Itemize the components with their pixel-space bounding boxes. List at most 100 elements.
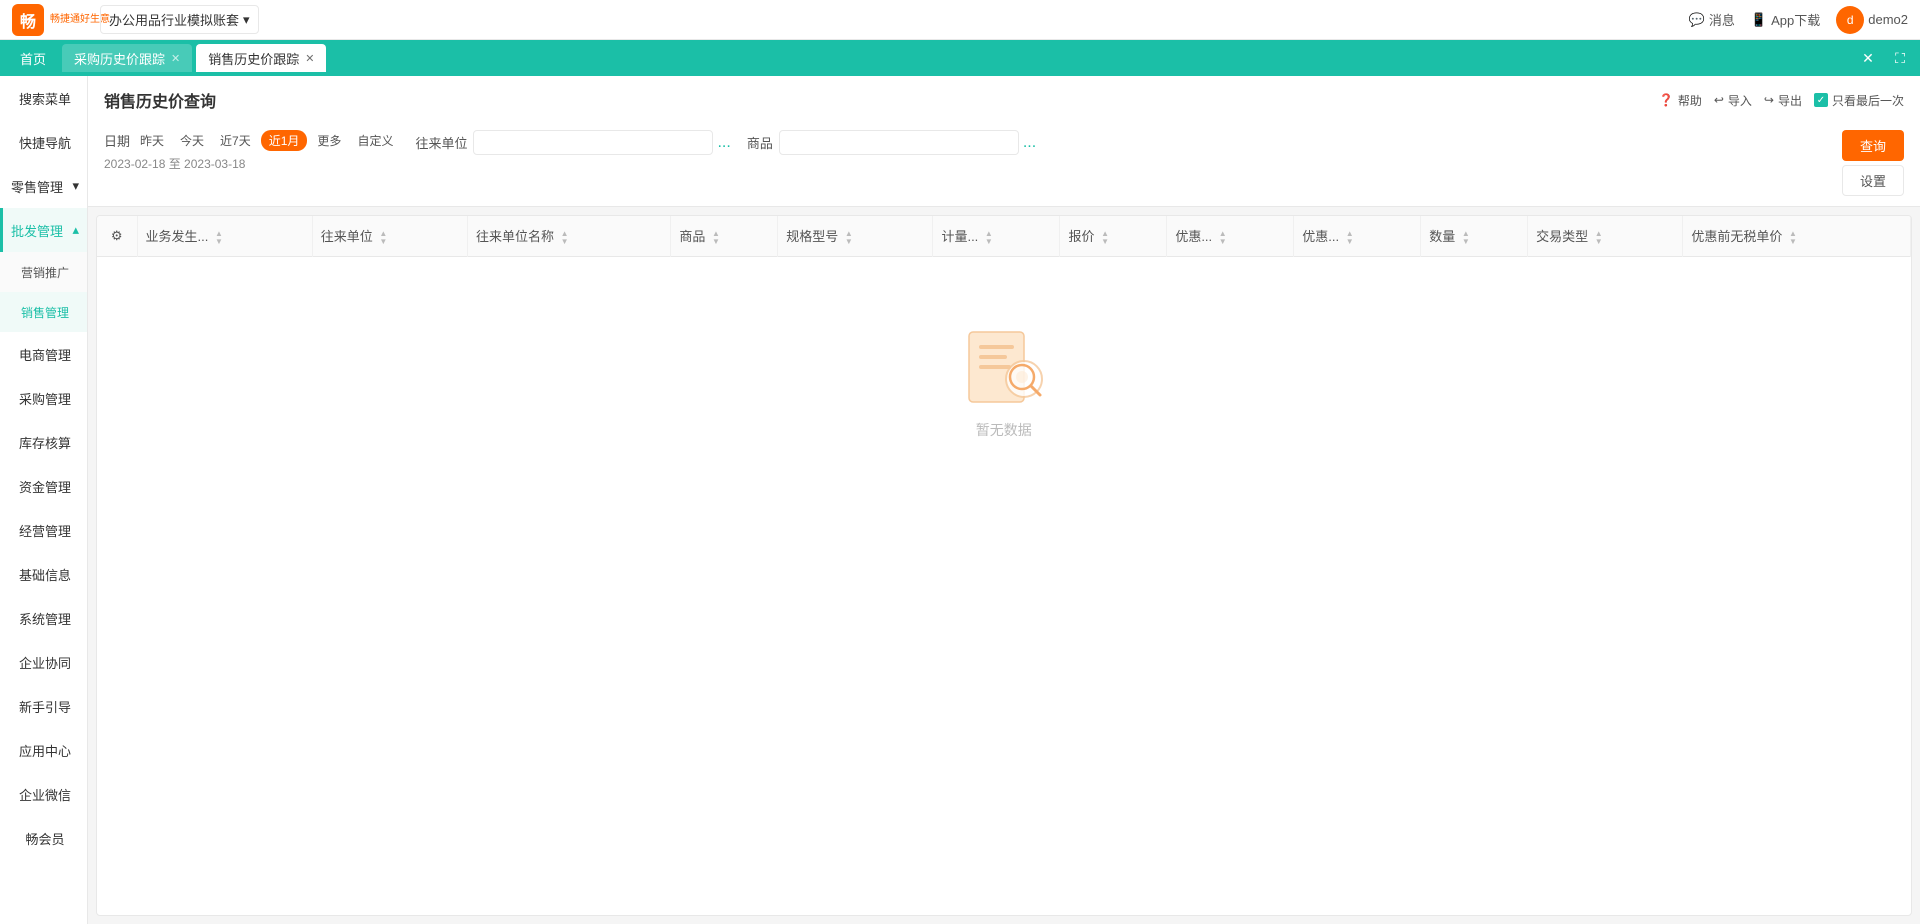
col-discount1[interactable]: 优惠... ▲▼ bbox=[1167, 216, 1294, 256]
tabbar: 首页 采购历史价跟踪 ✕ 销售历史价跟踪 ✕ ✕ ⛶ bbox=[0, 40, 1920, 76]
sidebar-item-search-menu[interactable]: 搜索菜单 bbox=[0, 76, 87, 120]
sidebar-wholesale-label: 批发管理 bbox=[11, 221, 63, 240]
sidebar-member-label: 畅会员 bbox=[25, 829, 64, 848]
sidebar-item-app-center[interactable]: 应用中心 bbox=[0, 728, 87, 772]
sidebar: 搜索菜单 快捷导航 零售管理 ▾ 批发管理 ▴ 营销推广 销售管理 电商管理 采… bbox=[0, 76, 88, 924]
date-buttons: 日期 昨天 今天 近7天 近1月 更多 自定义 bbox=[104, 130, 399, 151]
page-actions: ❓ 帮助 ↩ 导入 ↪ 导出 ✓ 只看最后一次 bbox=[1659, 92, 1904, 109]
col-goods[interactable]: 商品 ▲▼ bbox=[671, 216, 778, 256]
tab-purchase-history-close[interactable]: ✕ bbox=[171, 52, 180, 65]
sidebar-search-menu-label: 搜索菜单 bbox=[19, 89, 71, 108]
tab-purchase-history-label: 采购历史价跟踪 bbox=[74, 49, 165, 68]
export-btn[interactable]: ↪ 导出 bbox=[1764, 92, 1802, 109]
col-partner-name[interactable]: 往来单位名称 ▲▼ bbox=[467, 216, 670, 256]
sidebar-item-basic-info[interactable]: 基础信息 bbox=[0, 552, 87, 596]
page-title-row: 销售历史价查询 ❓ 帮助 ↩ 导入 ↪ 导出 ✓ bbox=[104, 88, 1904, 112]
partner-label: 往来单位 bbox=[415, 133, 467, 152]
date-btn-today[interactable]: 今天 bbox=[174, 130, 210, 151]
help-icon: ❓ bbox=[1659, 93, 1674, 107]
import-icon: ↩ bbox=[1714, 93, 1724, 107]
data-table: ⚙ 业务发生... ▲▼ 往来单位 ▲▼ 往来单位名称 ▲▼ bbox=[97, 216, 1911, 500]
app-selector[interactable]: 办公用品行业模拟账套 ▾ bbox=[100, 5, 259, 34]
tab-home-label: 首页 bbox=[20, 49, 46, 68]
tab-purchase-history[interactable]: 采购历史价跟踪 ✕ bbox=[62, 44, 192, 72]
goods-input-wrap: ... bbox=[779, 130, 1036, 155]
partner-input[interactable] bbox=[473, 130, 713, 155]
sidebar-item-enterprise[interactable]: 企业协同 bbox=[0, 640, 87, 684]
col-partner-code[interactable]: 往来单位 ▲▼ bbox=[312, 216, 467, 256]
avatar: d bbox=[1836, 6, 1864, 34]
col-quantity[interactable]: 数量 ▲▼ bbox=[1421, 216, 1528, 256]
topbar-right: 💬 消息 📱 App下载 d demo2 bbox=[1689, 6, 1908, 34]
empty-text: 暂无数据 bbox=[976, 420, 1032, 440]
sidebar-quick-nav-label: 快捷导航 bbox=[19, 133, 71, 152]
sort-icon-unit: ▲▼ bbox=[985, 230, 993, 246]
table-wrap: ⚙ 业务发生... ▲▼ 往来单位 ▲▼ 往来单位名称 ▲▼ bbox=[96, 215, 1912, 916]
col-spec[interactable]: 规格型号 ▲▼ bbox=[778, 216, 933, 256]
close-tab-action[interactable]: ✕ bbox=[1856, 46, 1880, 70]
sidebar-item-operations[interactable]: 经营管理 bbox=[0, 508, 87, 552]
expand-action[interactable]: ⛶ bbox=[1888, 46, 1912, 70]
tab-sales-history-close[interactable]: ✕ bbox=[305, 52, 314, 65]
partner-input-wrap: ... bbox=[473, 130, 730, 155]
date-btn-yesterday[interactable]: 昨天 bbox=[134, 130, 170, 151]
sidebar-item-system[interactable]: 系统管理 bbox=[0, 596, 87, 640]
sidebar-item-marketing[interactable]: 营销推广 bbox=[0, 252, 87, 292]
download-btn[interactable]: 📱 App下载 bbox=[1751, 10, 1820, 29]
col-biz-date[interactable]: 业务发生... ▲▼ bbox=[137, 216, 312, 256]
col-pre-tax-price[interactable]: 优惠前无税单价 ▲▼ bbox=[1683, 216, 1911, 256]
sidebar-app-center-label: 应用中心 bbox=[19, 741, 71, 760]
chevron-down-icon: ▾ bbox=[243, 12, 250, 28]
tab-home[interactable]: 首页 bbox=[8, 44, 58, 72]
col-settings[interactable]: ⚙ bbox=[97, 216, 137, 256]
sidebar-item-quick-nav[interactable]: 快捷导航 bbox=[0, 120, 87, 164]
date-label: 日期 bbox=[104, 131, 130, 150]
sort-icon-quote: ▲▼ bbox=[1101, 230, 1109, 246]
checkbox-icon: ✓ bbox=[1814, 93, 1828, 107]
col-trade-type[interactable]: 交易类型 ▲▼ bbox=[1528, 216, 1683, 256]
sort-icon-partner-code: ▲▼ bbox=[379, 230, 387, 246]
sidebar-item-guide[interactable]: 新手引导 bbox=[0, 684, 87, 728]
chevron-up-icon: ▴ bbox=[72, 222, 79, 238]
setting-button[interactable]: 设置 bbox=[1842, 165, 1904, 196]
sidebar-item-purchase[interactable]: 采购管理 bbox=[0, 376, 87, 420]
sidebar-item-wechat[interactable]: 企业微信 bbox=[0, 772, 87, 816]
sidebar-item-sales-mgmt[interactable]: 销售管理 bbox=[0, 292, 87, 332]
main-layout: 搜索菜单 快捷导航 零售管理 ▾ 批发管理 ▴ 营销推广 销售管理 电商管理 采… bbox=[0, 76, 1920, 924]
sidebar-item-finance[interactable]: 资金管理 bbox=[0, 464, 87, 508]
goods-dots-btn[interactable]: ... bbox=[1023, 134, 1036, 152]
sidebar-item-inventory[interactable]: 库存核算 bbox=[0, 420, 87, 464]
col-discount2[interactable]: 优惠... ▲▼ bbox=[1294, 216, 1421, 256]
partner-dots-btn[interactable]: ... bbox=[717, 134, 730, 152]
date-btn-more[interactable]: 更多 bbox=[311, 130, 347, 151]
goods-input[interactable] bbox=[779, 130, 1019, 155]
help-btn[interactable]: ❓ 帮助 bbox=[1659, 92, 1702, 109]
message-btn[interactable]: 💬 消息 bbox=[1689, 10, 1735, 29]
only-last-checkbox[interactable]: ✓ 只看最后一次 bbox=[1814, 92, 1904, 109]
col-unit[interactable]: 计量... ▲▼ bbox=[933, 216, 1060, 256]
date-btn-custom[interactable]: 自定义 bbox=[351, 130, 399, 151]
empty-state: 暂无数据 bbox=[97, 257, 1911, 500]
user-menu[interactable]: d demo2 bbox=[1836, 6, 1908, 34]
sidebar-item-member[interactable]: 畅会员 bbox=[0, 816, 87, 860]
logo-icon: 畅 bbox=[12, 4, 44, 36]
import-btn[interactable]: ↩ 导入 bbox=[1714, 92, 1752, 109]
sidebar-item-retail[interactable]: 零售管理 ▾ bbox=[0, 164, 87, 208]
import-label: 导入 bbox=[1728, 92, 1752, 109]
sidebar-guide-label: 新手引导 bbox=[19, 697, 71, 716]
page-title: 销售历史价查询 bbox=[104, 88, 216, 112]
chevron-down-icon: ▾ bbox=[72, 178, 79, 194]
sidebar-item-ecommerce[interactable]: 电商管理 bbox=[0, 332, 87, 376]
export-label: 导出 bbox=[1778, 92, 1802, 109]
username-label: demo2 bbox=[1868, 12, 1908, 27]
sort-icon-goods: ▲▼ bbox=[712, 230, 720, 246]
date-btn-7days[interactable]: 近7天 bbox=[214, 130, 257, 151]
tab-sales-history[interactable]: 销售历史价跟踪 ✕ bbox=[196, 44, 326, 72]
col-quote[interactable]: 报价 ▲▼ bbox=[1060, 216, 1167, 256]
only-last-label: 只看最后一次 bbox=[1832, 92, 1904, 109]
sidebar-wechat-label: 企业微信 bbox=[19, 785, 71, 804]
date-btn-1month[interactable]: 近1月 bbox=[261, 130, 308, 151]
sidebar-item-wholesale[interactable]: 批发管理 ▴ bbox=[0, 208, 87, 252]
help-label: 帮助 bbox=[1678, 92, 1702, 109]
search-button[interactable]: 查询 bbox=[1842, 130, 1904, 161]
